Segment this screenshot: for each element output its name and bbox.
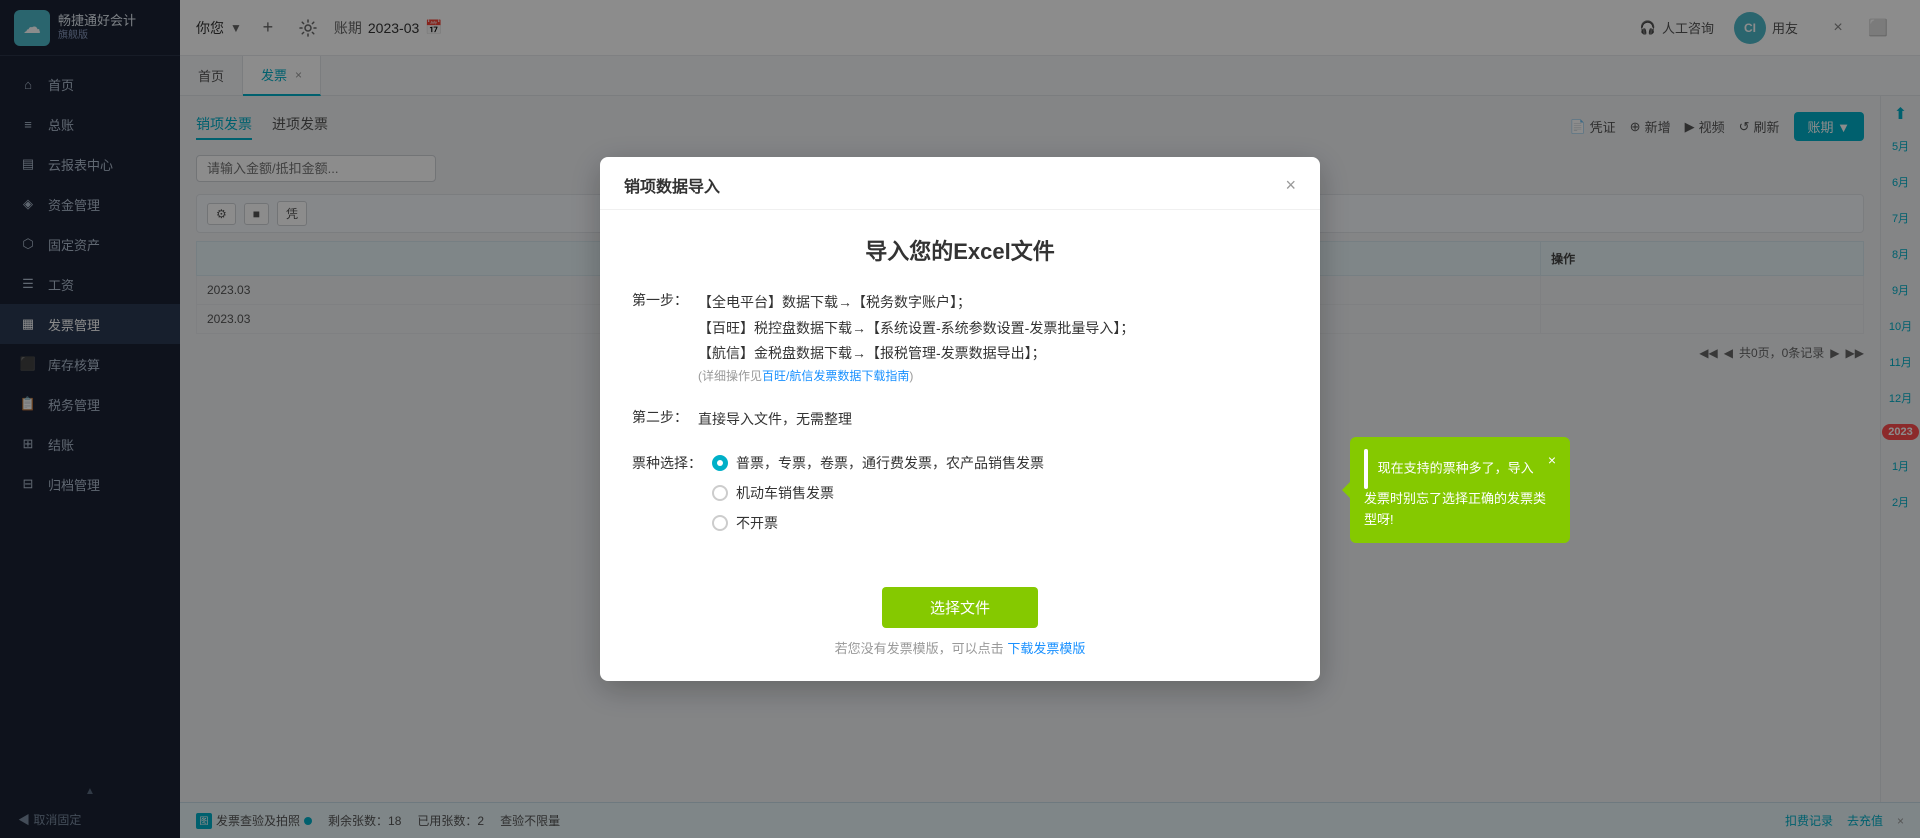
ticket-select-section: 票种选择： 普票，专票，卷票，通行费发票，农产品销售发票 机动车销售发票 (632, 453, 1288, 533)
step1-hint: (详细操作见百旺/航信发票数据下载指南) (698, 366, 1134, 388)
ticket-tooltip: × 现在支持的票种多了，导入发票时别忘了选择正确的发票类型呀! (1350, 437, 1570, 543)
radio-circle-no (712, 515, 728, 531)
tooltip-text: 现在支持的票种多了，导入发票时别忘了选择正确的发票类型呀! (1364, 461, 1546, 527)
guide-link[interactable]: 百旺/航信发票数据下载指南 (762, 369, 909, 383)
radio-motor-ticket[interactable]: 机动车销售发票 (712, 483, 1044, 503)
ticket-radio-group: 普票，专票，卷票，通行费发票，农产品销售发票 机动车销售发票 不开票 (712, 453, 1044, 533)
radio-circle-motor (712, 485, 728, 501)
dialog-main-title: 导入您的Excel文件 (632, 234, 1288, 266)
dialog-overlay: 销项数据导入 × 导入您的Excel文件 第一步： 【全电平台】数据下载→【税务… (0, 0, 1920, 838)
dialog-close-button[interactable]: × (1285, 175, 1296, 196)
step2-row: 第二步： 直接导入文件，无需整理 (632, 407, 1288, 432)
download-hint: 若您没有发票模版，可以点击 下载发票模版 (835, 638, 1086, 657)
radio-no-ticket[interactable]: 不开票 (712, 513, 1044, 533)
step1-content: 【全电平台】数据下载→【税务数字账户】； 【百旺】税控盘数据下载→【系统设置-系… (698, 290, 1134, 387)
radio-normal-ticket[interactable]: 普票，专票，卷票，通行费发票，农产品销售发票 (712, 453, 1044, 473)
dialog-title: 销项数据导入 (624, 173, 720, 197)
step2-label: 第二步： (632, 407, 688, 432)
tooltip-bar (1364, 449, 1368, 489)
dialog-footer: 选择文件 若您没有发票模版，可以点击 下载发票模版 (600, 571, 1320, 681)
step1-row: 第一步： 【全电平台】数据下载→【税务数字账户】； 【百旺】税控盘数据下载→【系… (632, 290, 1288, 387)
select-file-button[interactable]: 选择文件 (882, 587, 1038, 628)
dialog-body: 导入您的Excel文件 第一步： 【全电平台】数据下载→【税务数字账户】； 【百… (600, 210, 1320, 570)
ticket-select-label: 票种选择： (632, 453, 702, 473)
download-template-link[interactable]: 下载发票模版 (1007, 641, 1085, 656)
step2-content: 直接导入文件，无需整理 (698, 407, 852, 432)
dialog-header: 销项数据导入 × (600, 157, 1320, 210)
step1-label: 第一步： (632, 290, 688, 387)
import-dialog: 销项数据导入 × 导入您的Excel文件 第一步： 【全电平台】数据下载→【税务… (600, 157, 1320, 680)
radio-circle-normal (712, 455, 728, 471)
tooltip-close-btn[interactable]: × (1548, 449, 1556, 471)
